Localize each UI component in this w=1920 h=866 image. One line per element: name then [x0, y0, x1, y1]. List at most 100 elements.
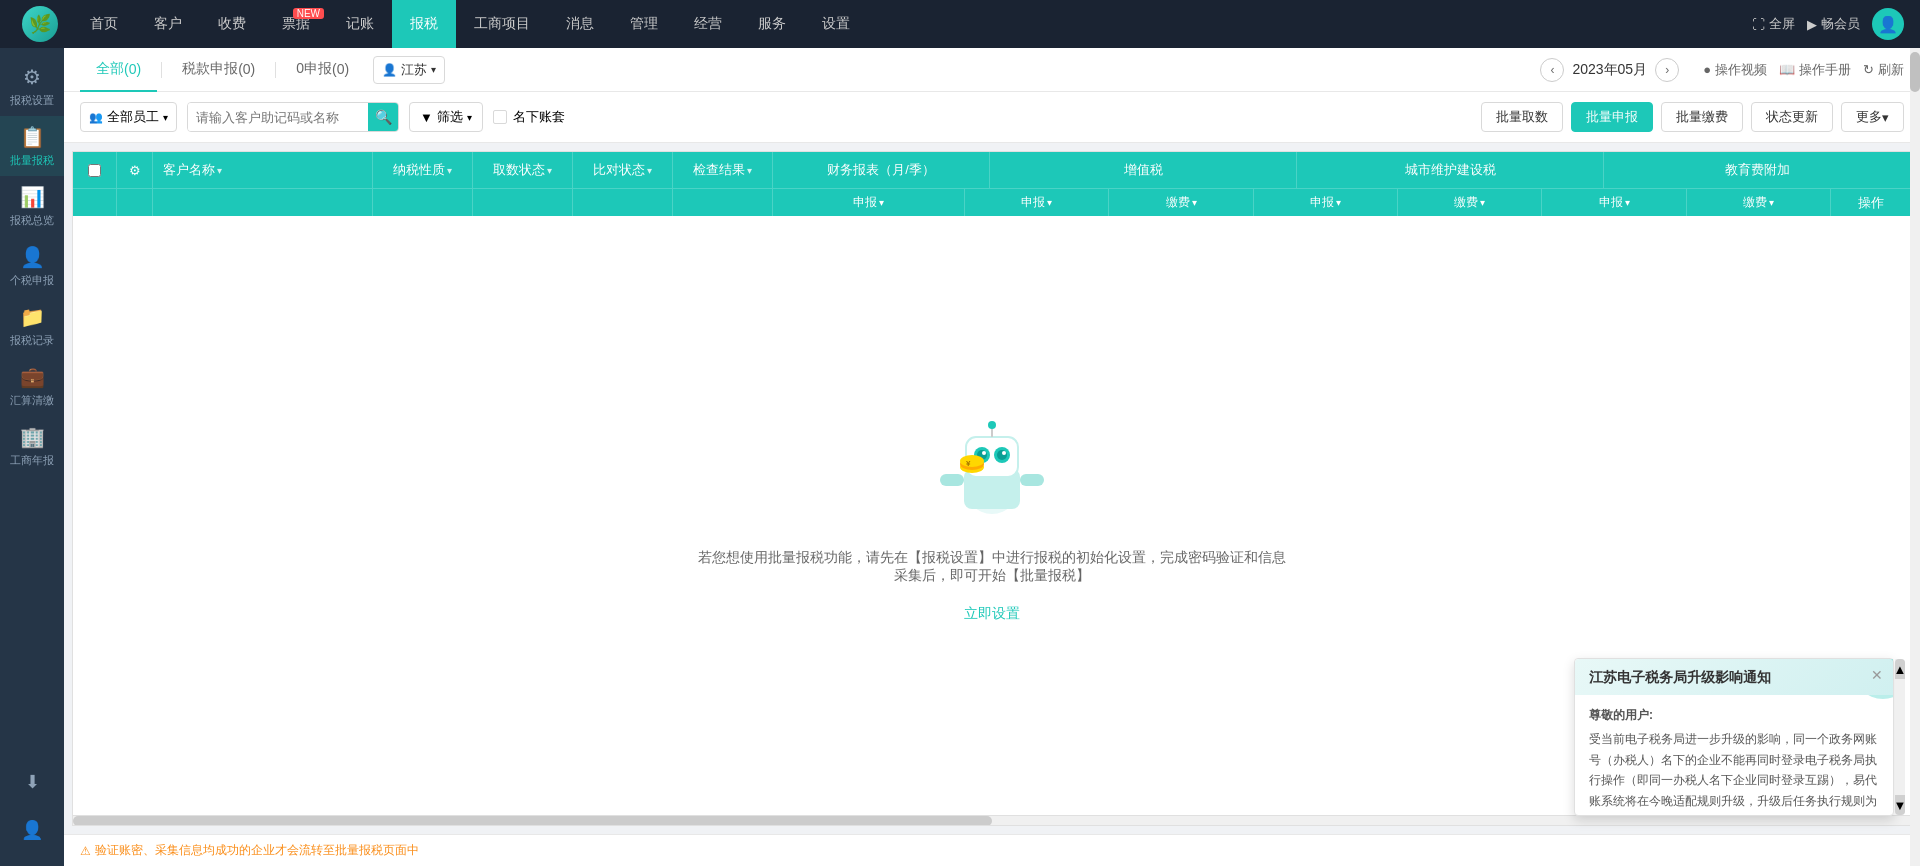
checkbox-box[interactable] [493, 110, 507, 124]
batch-pay-btn[interactable]: 批量缴费 [1661, 102, 1743, 132]
nav-customer[interactable]: 客户 [136, 0, 200, 48]
th-sub-edu-declare-filter[interactable]: ▾ [1625, 197, 1630, 208]
settings-icon: ⚙ [129, 163, 141, 178]
period-next-btn[interactable]: › [1655, 58, 1679, 82]
sidebar-item-batch-tax[interactable]: 📋 批量报税 [0, 116, 64, 176]
th-sub-city-pay: 缴费 ▾ [1398, 189, 1542, 216]
checkbox-text: 名下账套 [513, 108, 565, 126]
select-all-checkbox[interactable] [88, 164, 101, 177]
th-check-filter[interactable]: ▾ [747, 165, 752, 176]
th-sub-empty-3 [153, 189, 373, 216]
th-sub-vat-declare-filter[interactable]: ▾ [1047, 197, 1052, 208]
filter-icon: ▼ [420, 110, 433, 125]
sidebar-user-btn[interactable]: 👤 [12, 810, 52, 850]
annual-report-icon: 🏢 [20, 425, 45, 449]
nav-items: 首页 客户 收费 票据 NEW 记账 报税 工商项目 消息 管理 经营 服务 设… [72, 0, 1752, 48]
tab-all[interactable]: 全部(0) [80, 48, 157, 92]
svg-text:¥: ¥ [966, 459, 971, 468]
search-input[interactable] [188, 103, 368, 131]
more-btn[interactable]: 更多 ▾ [1841, 102, 1904, 132]
th-checkbox[interactable] [73, 152, 117, 188]
th-compare-filter[interactable]: ▾ [647, 165, 652, 176]
sidebar-item-tax-overview[interactable]: 📊 报税总览 [0, 176, 64, 236]
th-sub-vat-pay-filter[interactable]: ▾ [1192, 197, 1197, 208]
th-settings[interactable]: ⚙ [117, 152, 153, 188]
tax-overview-icon: 📊 [20, 185, 45, 209]
video-btn[interactable]: ● 操作视频 [1703, 61, 1767, 79]
main-scroll-thumb[interactable] [1910, 52, 1920, 92]
nav-settings[interactable]: 设置 [804, 0, 868, 48]
th-vat: 增值税 [990, 152, 1297, 188]
svg-point-10 [1002, 451, 1006, 455]
region-label: 江苏 [401, 61, 427, 79]
horizontal-scroll-thumb[interactable] [73, 816, 992, 826]
sidebar-item-annual-report[interactable]: 🏢 工商年报 [0, 416, 64, 476]
svg-rect-2 [940, 474, 964, 486]
nav-management[interactable]: 管理 [612, 0, 676, 48]
tab-tax-declaration[interactable]: 税款申报(0) [166, 48, 271, 92]
nav-service[interactable]: 服务 [740, 0, 804, 48]
sidebar: ⚙ 报税设置 📋 批量报税 📊 报税总览 👤 个税申报 📁 报税记录 💼 汇算清… [0, 48, 64, 866]
th-sub-city-declare-filter[interactable]: ▾ [1336, 197, 1341, 208]
svg-rect-3 [1020, 474, 1044, 486]
sidebar-item-personal-tax[interactable]: 👤 个税申报 [0, 236, 64, 296]
member-btn[interactable]: ▶ 畅会员 [1807, 15, 1860, 33]
nav-billing[interactable]: 收费 [200, 0, 264, 48]
notif-scrollbar: ▲ ▼ [1895, 659, 1905, 815]
tab-zero-declaration[interactable]: 0申报(0) [280, 48, 365, 92]
nav-invoice[interactable]: 票据 NEW [264, 0, 328, 48]
nav-accounting[interactable]: 记账 [328, 0, 392, 48]
top-navigation: 🌿 首页 客户 收费 票据 NEW 记账 报税 工商项目 消息 管理 经营 服务… [0, 0, 1920, 48]
th-sub-empty-6 [573, 189, 673, 216]
batch-fetch-btn[interactable]: 批量取数 [1481, 102, 1563, 132]
search-button[interactable]: 🔍 [368, 102, 398, 132]
nav-home[interactable]: 首页 [72, 0, 136, 48]
nav-operation[interactable]: 经营 [676, 0, 740, 48]
checkbox-label[interactable]: 名下账套 [493, 108, 565, 126]
th-sub-edu-declare: 申报 ▾ [1542, 189, 1686, 216]
manual-btn[interactable]: 📖 操作手册 [1779, 61, 1851, 79]
logo[interactable]: 🌿 [16, 0, 64, 48]
sidebar-download-btn[interactable]: ⬇ [12, 762, 52, 802]
nav-tax[interactable]: 报税 [392, 0, 456, 48]
notif-scroll-up-btn[interactable]: ▲ [1895, 659, 1905, 679]
setup-link[interactable]: 立即设置 [964, 605, 1020, 623]
fullscreen-btn[interactable]: ⛶ 全屏 [1752, 15, 1795, 33]
sidebar-bottom: ⬇ 👤 [12, 762, 52, 866]
filter-button[interactable]: ▼ 筛选 ▾ [409, 102, 483, 132]
nav-message[interactable]: 消息 [548, 0, 612, 48]
logo-icon: 🌿 [29, 13, 51, 35]
notification-close-btn[interactable]: ✕ [1867, 665, 1887, 685]
main-scrollbar[interactable] [1910, 48, 1920, 866]
nav-bizproject[interactable]: 工商项目 [456, 0, 548, 48]
sidebar-item-annual-settlement[interactable]: 💼 汇算清缴 [0, 356, 64, 416]
th-fetch-status: 取数状态 ▾ [473, 152, 573, 188]
th-customer-name-filter[interactable]: ▾ [217, 165, 222, 176]
th-fetch-filter[interactable]: ▾ [547, 165, 552, 176]
th-sub-empty-4 [373, 189, 473, 216]
top-right-actions: ● 操作视频 📖 操作手册 ↻ 刷新 [1703, 61, 1904, 79]
period-selector: ‹ 2023年05月 › [1540, 58, 1679, 82]
region-icon: 👤 [382, 63, 397, 77]
batch-declare-btn[interactable]: 批量申报 [1571, 102, 1653, 132]
th-sub-financial-filter[interactable]: ▾ [879, 197, 884, 208]
horizontal-scrollbar[interactable] [73, 815, 1911, 825]
notif-scroll-down-btn[interactable]: ▼ [1895, 795, 1905, 815]
sidebar-item-tax-records[interactable]: 📁 报税记录 [0, 296, 64, 356]
period-prev-btn[interactable]: ‹ [1540, 58, 1564, 82]
avatar[interactable]: 👤 [1872, 8, 1904, 40]
employee-selector[interactable]: 👥 全部员工 ▾ [80, 102, 177, 132]
refresh-icon: ↻ [1863, 62, 1874, 77]
th-sub-city-pay-filter[interactable]: ▾ [1480, 197, 1485, 208]
sidebar-label-annual-settlement: 汇算清缴 [10, 393, 54, 408]
refresh-btn[interactable]: ↻ 刷新 [1863, 61, 1904, 79]
filter-label: 筛选 [437, 108, 463, 126]
status-update-btn[interactable]: 状态更新 [1751, 102, 1833, 132]
th-tax-type-filter[interactable]: ▾ [447, 165, 452, 176]
th-sub-edu-pay-filter[interactable]: ▾ [1769, 197, 1774, 208]
sidebar-item-tax-settings[interactable]: ⚙ 报税设置 [0, 56, 64, 116]
region-selector[interactable]: 👤 江苏 ▾ [373, 56, 445, 84]
tab-divider-1 [161, 62, 162, 78]
tab-divider-2 [275, 62, 276, 78]
notification-popup: 江苏电子税务局升级影响通知 尊敬的用户: 受当前电子税务局进一步升级的影响，同一… [1574, 658, 1894, 816]
